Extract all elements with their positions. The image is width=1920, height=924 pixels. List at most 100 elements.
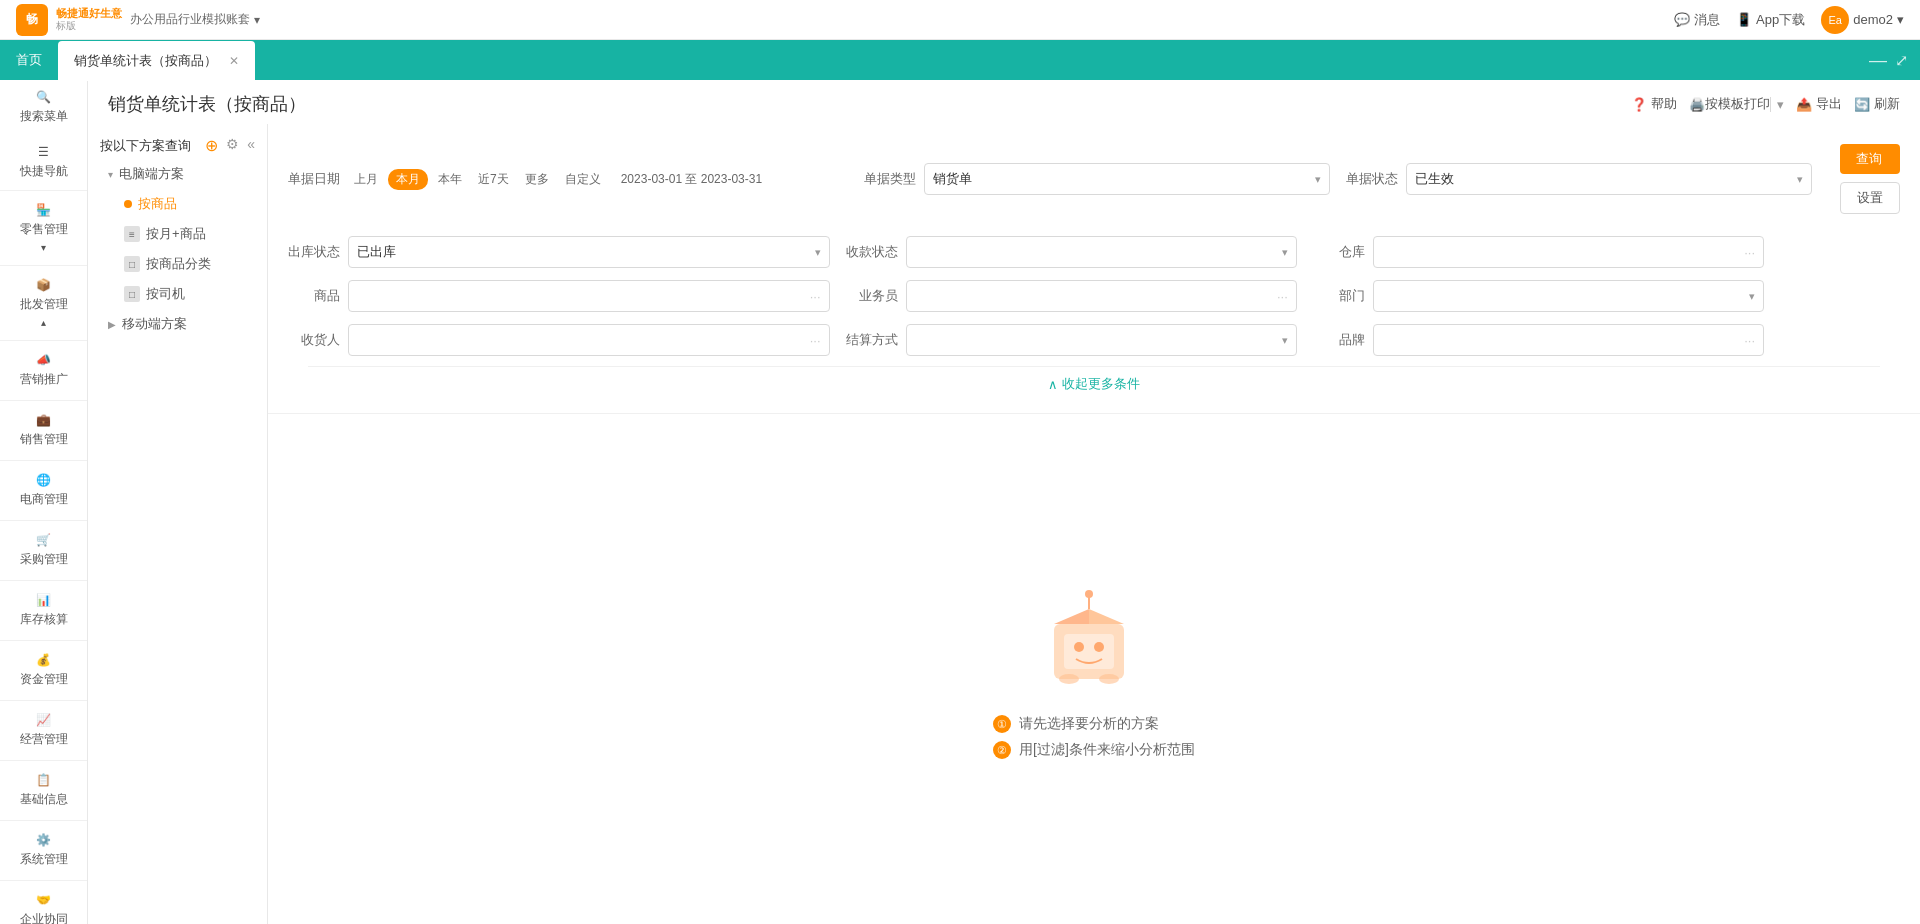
date-tab-custom[interactable]: 自定义 (559, 169, 607, 190)
filter-product: 商品 ··· (288, 278, 830, 314)
out-status-control[interactable]: 已出库 ▾ (348, 236, 830, 268)
empty-state-icon (1034, 579, 1154, 699)
wholesale-icon: 📦 (36, 278, 51, 292)
system-icon: ⚙️ (36, 833, 51, 847)
filter-area: 单据日期 上月 本月 本年 近7天 更多 自定义 20 (268, 124, 1920, 414)
doc-type-control[interactable]: 销货单 ▾ (924, 163, 1330, 195)
date-label: 单据日期 (288, 170, 348, 188)
product-dots-icon: ··· (810, 289, 821, 304)
print-arrow-icon[interactable]: ▾ (1770, 97, 1784, 112)
sidebar-item-system[interactable]: ⚙️ 系统管理 (0, 821, 87, 881)
retail-icon: 🏪 (36, 203, 51, 217)
collapse-filter-btn[interactable]: ∧ 收起更多条件 (308, 366, 1880, 401)
print-btn[interactable]: 🖨️ 按模板打印 ▾ (1689, 95, 1784, 113)
sidebar-item-quicknav[interactable]: ☰ 快捷导航 (0, 135, 87, 191)
cashier-icon: □ (124, 286, 140, 302)
tab-maximize-icon[interactable]: ⤢ (1895, 51, 1908, 70)
operation-icon: 📈 (36, 713, 51, 727)
date-tab-last-month[interactable]: 上月 (348, 169, 384, 190)
out-status-label: 出库状态 (288, 243, 348, 261)
sidebar-item-marketing[interactable]: 📣 营销推广 (0, 341, 87, 401)
tree-sub-by-month-product[interactable]: ≡ 按月+商品 (88, 219, 267, 249)
warehouse-control[interactable]: ··· (1373, 236, 1764, 268)
sidebar-item-enterprise[interactable]: 🤝 企业协同 (0, 881, 87, 924)
tree-sub-by-cashier[interactable]: □ 按司机 (88, 279, 267, 309)
retail-arrow-icon: ▾ (41, 242, 46, 253)
tab-minimize-icon[interactable]: — (1869, 50, 1887, 71)
avatar: Ea (1821, 6, 1849, 34)
sidebar-item-search[interactable]: 🔍 搜索菜单 (0, 80, 87, 135)
empty-tip-2: ② 用[过滤]条件来缩小分析范围 (993, 741, 1195, 759)
purchase-icon: 🛒 (36, 533, 51, 547)
app-download-btn[interactable]: 📱 App下载 (1736, 11, 1805, 29)
enterprise-icon: 🤝 (36, 893, 51, 907)
collapse-panel-icon[interactable]: « (247, 136, 255, 155)
user-avatar-btn[interactable]: Ea demo2 ▾ (1821, 6, 1904, 34)
brand-subtitle: 标版 (56, 20, 122, 32)
dropdown-arrow-icon: ▾ (254, 13, 260, 27)
sidebar-item-operation[interactable]: 📈 经营管理 (0, 701, 87, 761)
sidebar-item-inventory[interactable]: 📊 库存核算 (0, 581, 87, 641)
settings-btn[interactable]: 设置 (1840, 182, 1900, 214)
tree-item-mobile[interactable]: ▶ 移动端方案 (88, 309, 267, 339)
svg-point-9 (1099, 674, 1119, 684)
ecommerce-icon: 🌐 (36, 473, 51, 487)
settlement-chevron-icon: ▾ (1282, 334, 1288, 347)
date-tab-current-month[interactable]: 本月 (388, 169, 428, 190)
doc-status-control[interactable]: 已生效 ▾ (1406, 163, 1812, 195)
tree-item-pc[interactable]: ▾ 电脑端方案 (88, 159, 267, 189)
brand-label: 品牌 (1313, 331, 1373, 349)
salesperson-control[interactable]: ··· (906, 280, 1297, 312)
export-btn[interactable]: 📤 导出 (1796, 95, 1842, 113)
refresh-btn[interactable]: 🔄 刷新 (1854, 95, 1900, 113)
tab-report[interactable]: 销货单统计表（按商品） ✕ (58, 41, 255, 81)
help-btn[interactable]: ❓ 帮助 (1631, 95, 1677, 113)
tree-sub-by-category[interactable]: □ 按商品分类 (88, 249, 267, 279)
receiver-control[interactable]: ··· (348, 324, 830, 356)
tab-home[interactable]: 首页 (0, 40, 58, 80)
sidebar-item-basic[interactable]: 📋 基础信息 (0, 761, 87, 821)
doc-type-chevron-icon: ▾ (1315, 173, 1321, 186)
product-control[interactable]: ··· (348, 280, 830, 312)
empty-illustration (1034, 579, 1154, 699)
payment-status-control[interactable]: ▾ (906, 236, 1297, 268)
search-icon: 🔍 (36, 90, 51, 104)
scheme-header-icons: ⊕ ⚙ « (205, 136, 255, 155)
query-buttons: 查询 设置 (1828, 132, 1900, 226)
department-chevron-icon: ▾ (1749, 290, 1755, 303)
finance-icon: 💰 (36, 653, 51, 667)
settings-scheme-icon[interactable]: ⚙ (226, 136, 239, 155)
sidebar-item-retail[interactable]: 🏪 零售管理 ▾ (0, 191, 87, 266)
message-btn[interactable]: 💬 消息 (1674, 11, 1720, 29)
brand-control[interactable]: ··· (1373, 324, 1764, 356)
tree-sub-by-product[interactable]: 按商品 (88, 189, 267, 219)
department-control[interactable]: ▾ (1373, 280, 1764, 312)
filter-salesperson: 业务员 ··· (846, 278, 1297, 314)
tab-close-icon[interactable]: ✕ (229, 54, 239, 68)
sidebar-item-ecommerce[interactable]: 🌐 电商管理 (0, 461, 87, 521)
sidebar-item-wholesale[interactable]: 📦 批发管理 ▴ (0, 266, 87, 341)
svg-point-5 (1094, 642, 1104, 652)
add-scheme-icon[interactable]: ⊕ (205, 136, 218, 155)
industry-selector[interactable]: 办公用品行业模拟账套 ▾ (130, 11, 260, 28)
sidebar-item-sales[interactable]: 💼 销售管理 (0, 401, 87, 461)
query-btn[interactable]: 查询 (1840, 144, 1900, 174)
app-icon: 📱 (1736, 12, 1752, 27)
filter-date: 单据日期 上月 本月 本年 近7天 更多 自定义 20 (288, 161, 848, 197)
date-tab-last-7[interactable]: 近7天 (472, 169, 515, 190)
receiver-dots-icon: ··· (810, 333, 821, 348)
sidebar-item-finance[interactable]: 💰 资金管理 (0, 641, 87, 701)
date-tab-more[interactable]: 更多 (519, 169, 555, 190)
export-icon: 📤 (1796, 97, 1812, 112)
user-name: demo2 (1853, 12, 1893, 27)
settlement-control[interactable]: ▾ (906, 324, 1297, 356)
date-tab-current-year[interactable]: 本年 (432, 169, 468, 190)
doc-status-label: 单据状态 (1346, 170, 1406, 188)
sidebar-item-purchase[interactable]: 🛒 采购管理 (0, 521, 87, 581)
wholesale-arrow-icon: ▴ (41, 317, 46, 328)
filter-doc-status: 单据状态 已生效 ▾ (1346, 161, 1812, 197)
marketing-icon: 📣 (36, 353, 51, 367)
sales-icon: 💼 (36, 413, 51, 427)
salesperson-label: 业务员 (846, 287, 906, 305)
filter-department: 部门 ▾ (1313, 278, 1764, 314)
